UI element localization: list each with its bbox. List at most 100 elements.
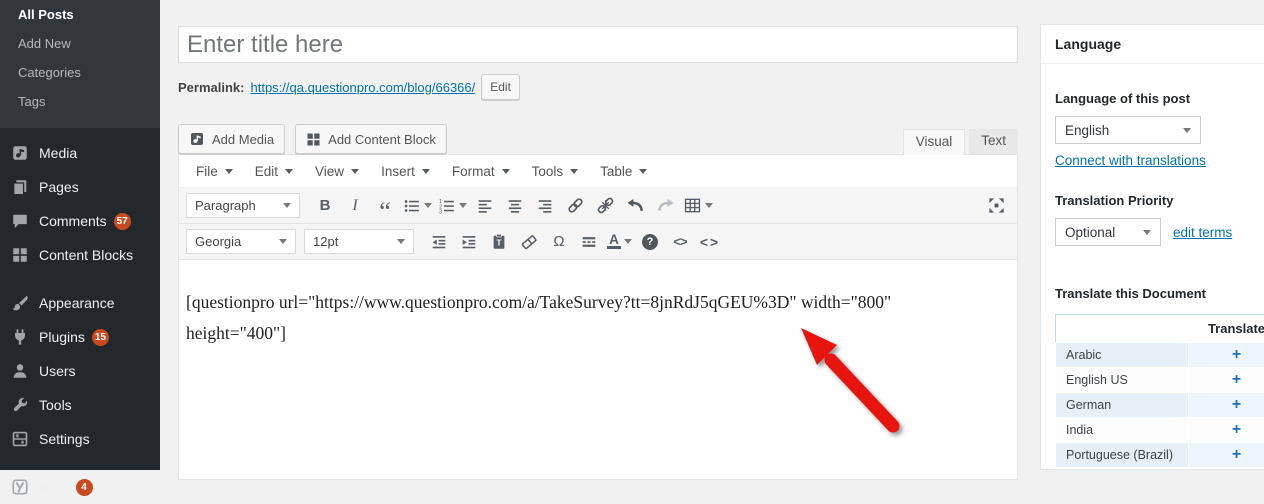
translate-add-button[interactable]: +	[1188, 368, 1264, 393]
align-right-button[interactable]	[531, 192, 559, 220]
sidebar-item-categories[interactable]: Categories	[0, 58, 160, 87]
align-center-icon	[506, 197, 524, 215]
outdent-icon	[430, 233, 448, 251]
svg-text:3: 3	[439, 209, 442, 214]
media-buttons: Add Media Add Content Block	[178, 124, 447, 154]
menu-insert[interactable]: Insert	[370, 155, 441, 187]
menu-label: Tools	[532, 164, 564, 179]
admin-menu: Media Pages Comments 57 Content Blocks	[0, 128, 160, 504]
translation-priority-select[interactable]: Optional	[1055, 218, 1161, 246]
menu-table[interactable]: Table	[589, 155, 658, 187]
menu-label: Insert	[381, 164, 415, 179]
numbered-list-button[interactable]: 123	[436, 192, 469, 220]
sidebar-item-users[interactable]: Users	[0, 354, 160, 388]
connect-translations-link[interactable]: Connect with translations	[1055, 153, 1206, 168]
clear-formatting-button[interactable]	[515, 228, 543, 256]
indent-button[interactable]	[455, 228, 483, 256]
sidebar-item-tools[interactable]: Tools	[0, 388, 160, 422]
sidebar-item-pages[interactable]: Pages	[0, 170, 160, 204]
sidebar-item-tags[interactable]: Tags	[0, 87, 160, 116]
chevron-down-icon	[285, 169, 293, 174]
tools-icon	[10, 395, 30, 415]
toolbar-row-2: Georgia 12pt T Ω A	[179, 224, 1017, 260]
post-language-value: English	[1065, 123, 1109, 138]
sidebar-item-all-posts[interactable]: All Posts	[0, 0, 160, 29]
shortcode-button[interactable]: <>	[696, 228, 724, 256]
translation-priority-label: Translation Priority	[1055, 193, 1264, 208]
translate-add-button[interactable]: +	[1188, 393, 1264, 418]
font-family-select[interactable]: Georgia	[186, 229, 296, 254]
sidebar-item-label: Settings	[39, 431, 90, 447]
paste-as-text-button[interactable]: T	[485, 228, 513, 256]
plugins-icon	[10, 327, 30, 347]
align-left-button[interactable]	[471, 192, 499, 220]
translate-add-button[interactable]: +	[1188, 418, 1264, 443]
indent-icon	[460, 233, 478, 251]
menu-edit[interactable]: Edit	[244, 155, 304, 187]
sidebar-item-add-new[interactable]: Add New	[0, 29, 160, 58]
sidebar-item-appearance[interactable]: Appearance	[0, 286, 160, 320]
menu-tools[interactable]: Tools	[521, 155, 590, 187]
sidebar-item-plugins[interactable]: Plugins 15	[0, 320, 160, 354]
language-name: Portuguese (Brazil)	[1056, 443, 1189, 468]
remove-link-button[interactable]	[591, 192, 619, 220]
post-title-input[interactable]	[178, 26, 1018, 63]
add-content-block-button[interactable]: Add Content Block	[295, 124, 447, 154]
permalink-edit-button[interactable]: Edit	[481, 74, 520, 100]
permalink-url-link[interactable]: https://qa.questionpro.com/blog/66366/	[250, 80, 475, 95]
menu-format[interactable]: Format	[441, 155, 521, 187]
redo-button[interactable]	[651, 192, 679, 220]
translate-table-header: Translate Du	[1056, 315, 1264, 343]
chevron-down-icon	[283, 203, 291, 208]
align-center-button[interactable]	[501, 192, 529, 220]
sidebar-item-media[interactable]: Media	[0, 136, 160, 170]
translate-column-header: Translate	[1188, 315, 1264, 343]
table-icon	[683, 196, 702, 215]
source-code-button[interactable]: <>	[666, 228, 694, 256]
table-button[interactable]	[681, 192, 715, 220]
special-character-button[interactable]: Ω	[545, 228, 573, 256]
bulleted-list-button[interactable]	[401, 192, 434, 220]
tab-text[interactable]: Text	[969, 129, 1018, 154]
menu-view[interactable]: View	[304, 155, 370, 187]
posts-submenu: All Posts Add New Categories Tags	[0, 0, 160, 128]
numbered-list-icon: 123	[438, 197, 456, 215]
language-panel-body: Language of this post English Connect wi…	[1041, 64, 1264, 482]
seo-yoast-icon	[10, 477, 30, 497]
priority-value: Optional	[1065, 225, 1115, 240]
blockquote-button[interactable]: “	[371, 198, 399, 226]
table-row: India +	[1056, 418, 1264, 443]
sidebar-item-comments[interactable]: Comments 57	[0, 204, 160, 238]
sidebar-item-settings[interactable]: Settings	[0, 422, 160, 456]
editor-content-area[interactable]: [questionpro url="https://www.questionpr…	[179, 260, 1017, 479]
permalink-label: Permalink:	[178, 80, 244, 95]
edit-terms-link[interactable]: edit terms	[1173, 225, 1232, 240]
outdent-button[interactable]	[425, 228, 453, 256]
insert-link-button[interactable]	[561, 192, 589, 220]
menu-label: Edit	[255, 164, 278, 179]
translate-add-button[interactable]: +	[1188, 343, 1264, 368]
tab-visual[interactable]: Visual	[903, 129, 966, 155]
sidebar-item-seo[interactable]: SEO 4	[0, 470, 160, 504]
editor-tools-row: Add Media Add Content Block Visual Text	[178, 124, 1018, 154]
page-break-button[interactable]	[575, 228, 603, 256]
toolbar-row-1: Paragraph B I “ 123	[179, 188, 1017, 224]
chevron-down-icon	[639, 169, 647, 174]
translate-add-button[interactable]: +	[1188, 443, 1264, 468]
sidebar-item-content-blocks[interactable]: Content Blocks	[0, 238, 160, 272]
fullscreen-button[interactable]	[982, 192, 1010, 220]
chevron-down-icon	[1183, 128, 1191, 133]
add-media-button[interactable]: Add Media	[178, 124, 285, 154]
content-block-grid-icon	[306, 132, 321, 147]
italic-button[interactable]: I	[341, 192, 369, 220]
paragraph-format-select[interactable]: Paragraph	[186, 193, 300, 218]
menu-file[interactable]: File	[185, 155, 244, 187]
undo-button[interactable]	[621, 192, 649, 220]
bold-button[interactable]: B	[311, 192, 339, 220]
permalink-row: Permalink: https://qa.questionpro.com/bl…	[178, 74, 1018, 100]
post-language-select[interactable]: English	[1055, 116, 1201, 144]
tinymce-editor: File Edit View Insert Format Tools Table…	[178, 154, 1018, 480]
text-color-button[interactable]: A	[605, 228, 634, 256]
font-size-select[interactable]: 12pt	[304, 229, 414, 254]
help-button[interactable]: ?	[636, 228, 664, 256]
